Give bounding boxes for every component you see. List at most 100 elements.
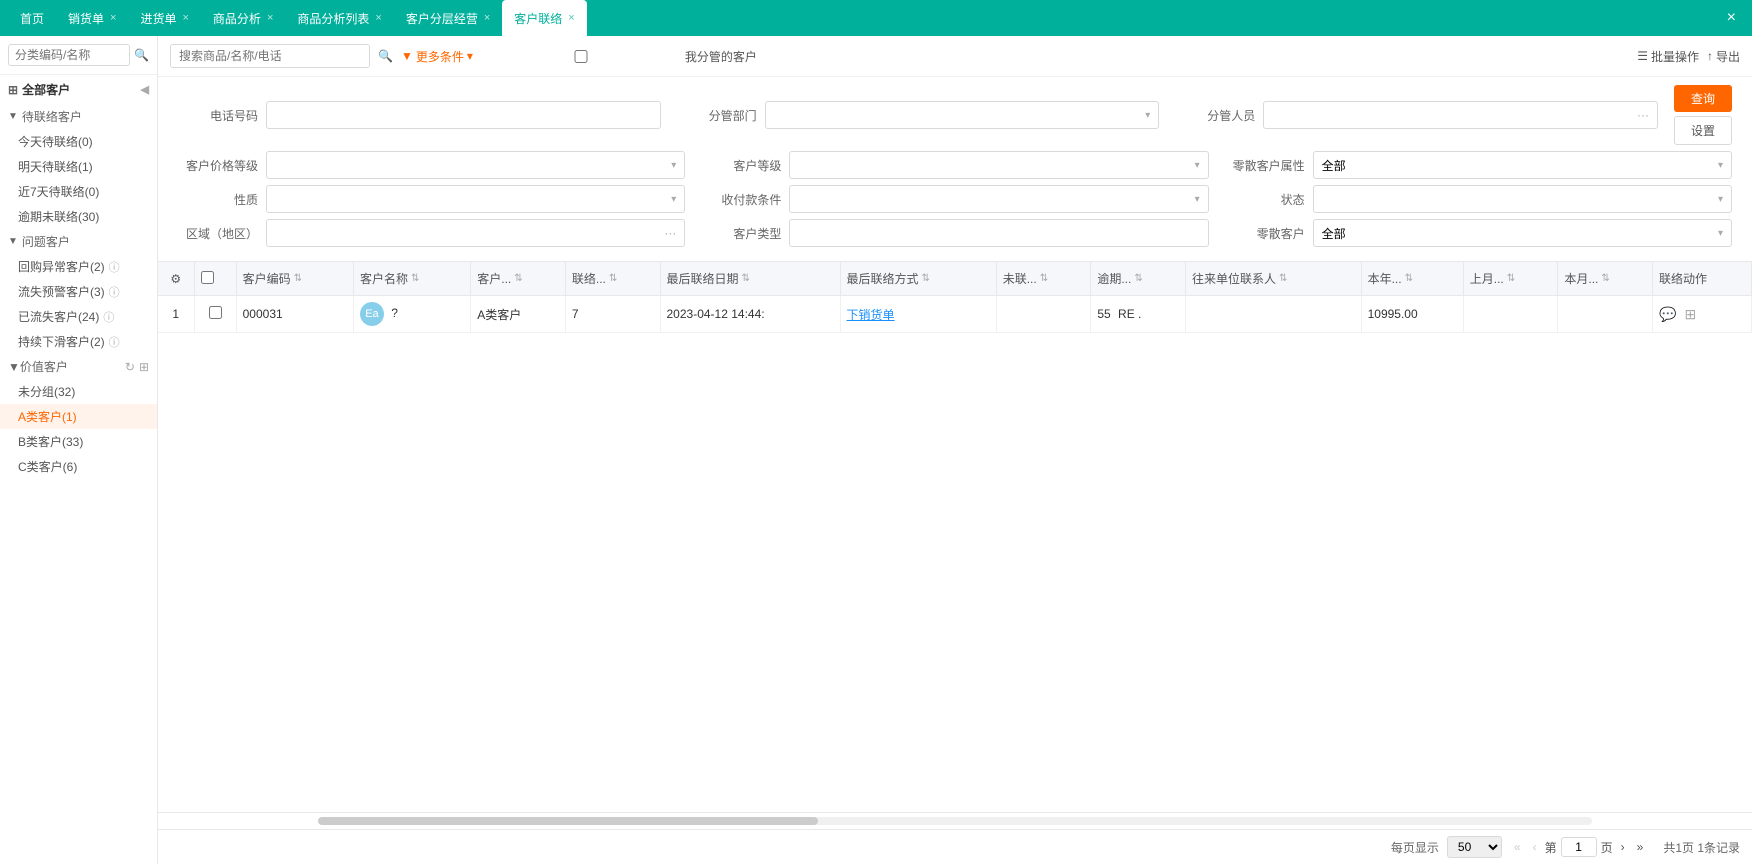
filter-cell-payment: 收付款条件 ▾ (693, 185, 1216, 213)
per-page-select[interactable]: 50 100 200 (1447, 836, 1502, 858)
batch-op-btn[interactable]: ☰ 批量操作 (1637, 48, 1699, 65)
sidebar-item-declining[interactable]: 持续下滑客户(2) ⓘ (0, 329, 157, 354)
qr-icon[interactable]: ⊞ (1684, 306, 1696, 323)
sidebar-item-overdue[interactable]: 逾期未联络(30) (0, 204, 157, 229)
sidebar: 🔍 ⊞ 全部客户 ◀ ▼ 待联络客户 今天待联络(0) 明天待联络(1) 近7天… (0, 36, 158, 864)
gear-icon[interactable]: ⚙ (170, 272, 181, 286)
retail-value: 全部 (1322, 225, 1346, 242)
region-select[interactable]: ··· (266, 219, 685, 247)
value-section[interactable]: ▼ 价值客户 ↻ ⊞ (0, 354, 157, 379)
retail-attr-value: 全部 (1322, 157, 1346, 174)
nav-product-list[interactable]: 商品分析列表 × (285, 0, 393, 36)
sidebar-item-class-a[interactable]: A类客户(1) (0, 404, 157, 429)
customer-level-select[interactable]: ▾ (789, 151, 1208, 179)
value-section-icons: ↻ ⊞ (125, 360, 149, 374)
status-label: 状态 (1225, 191, 1305, 208)
info-icon-4: ⓘ (109, 334, 120, 350)
nav-purchase[interactable]: 进货单 × (128, 0, 200, 36)
th-this-year: 本年... ⇅ (1361, 262, 1463, 296)
th-this-month: 本月... ⇅ (1558, 262, 1653, 296)
scrollbar-thumb[interactable] (318, 817, 818, 825)
td-name: Ea ? (353, 296, 470, 333)
close-sales-tab[interactable]: × (110, 12, 116, 24)
my-customer-checkbox-label[interactable]: 我分管的客户 (481, 48, 757, 65)
region-label: 区域（地区） (178, 225, 258, 242)
row-checkbox[interactable] (209, 306, 222, 319)
nav-home[interactable]: 首页 (8, 0, 56, 36)
sort-lm-icon: ⇅ (1507, 273, 1515, 284)
filter-row-3: 性质 ▾ 收付款条件 ▾ 状态 (170, 185, 1740, 213)
th-no-contact: 未联... ⇅ (996, 262, 1091, 296)
nav-sales[interactable]: 销货单 × (56, 0, 128, 36)
nature-select[interactable]: ▾ (266, 185, 685, 213)
search-icon[interactable]: 🔍 (378, 49, 393, 63)
sidebar-all-customers[interactable]: ⊞ 全部客户 ◀ (0, 75, 157, 104)
td-contact-count: 7 (565, 296, 660, 333)
close-customer-tier-tab[interactable]: × (484, 12, 490, 24)
search-input[interactable] (170, 44, 370, 68)
payment-arrow: ▾ (1195, 194, 1200, 205)
retail-attr-select[interactable]: 全部 ▾ (1313, 151, 1732, 179)
add-group-icon[interactable]: ⊞ (139, 360, 149, 374)
status-select[interactable]: ▾ (1313, 185, 1732, 213)
more-filter-btn[interactable]: ▼ 更多条件 ▾ (401, 48, 473, 65)
last-method-link[interactable]: 下销货单 (847, 308, 895, 322)
sidebar-search-icon[interactable]: 🔍 (134, 48, 149, 62)
close-customer-contact-tab[interactable]: × (568, 12, 574, 24)
select-all-checkbox[interactable] (201, 271, 214, 284)
next-page-btn[interactable]: › (1617, 838, 1629, 856)
sidebar-item-churn-warning[interactable]: 流失预警客户(3) ⓘ (0, 279, 157, 304)
payment-select[interactable]: ▾ (789, 185, 1208, 213)
query-button[interactable]: 查询 (1674, 85, 1732, 112)
close-product-analysis-tab[interactable]: × (267, 12, 273, 24)
table-area: ⚙ 客户编码 ⇅ 客户名称 (158, 262, 1752, 812)
phone-label: 电话号码 (178, 107, 258, 124)
problem-section[interactable]: ▼ 问题客户 (0, 229, 157, 254)
sidebar-item-repurchase[interactable]: 回购异常客户(2) ⓘ (0, 254, 157, 279)
sidebar-item-class-c[interactable]: C类客户(6) (0, 454, 157, 479)
payment-label: 收付款条件 (701, 191, 781, 208)
customer-type-input[interactable] (789, 219, 1208, 247)
close-window-btn[interactable]: × (1719, 9, 1744, 27)
more-filter-arrow: ▾ (467, 49, 473, 63)
dept-label: 分管部门 (677, 107, 757, 124)
sidebar-item-unclassified[interactable]: 未分组(32) (0, 379, 157, 404)
nav-product-analysis[interactable]: 商品分析 × (201, 0, 285, 36)
nav-customer-contact[interactable]: 客户联络 × (502, 0, 586, 36)
sidebar-item-7days[interactable]: 近7天待联络(0) (0, 179, 157, 204)
prev-page-btn[interactable]: ‹ (1529, 838, 1541, 856)
my-customer-checkbox[interactable] (481, 50, 681, 63)
refresh-icon[interactable]: ↻ (125, 360, 135, 374)
sidebar-item-tomorrow[interactable]: 明天待联络(1) (0, 154, 157, 179)
th-contact-person: 往来单位联系人 ⇅ (1185, 262, 1361, 296)
sidebar-item-today[interactable]: 今天待联络(0) (0, 129, 157, 154)
filter-icon: ▼ (401, 49, 413, 63)
page-input[interactable] (1561, 837, 1597, 857)
close-purchase-tab[interactable]: × (182, 12, 188, 24)
phone-input[interactable] (266, 101, 661, 129)
retail-attr-arrow: ▾ (1718, 160, 1723, 171)
sidebar-item-churned[interactable]: 已流失客户(24) ⓘ (0, 304, 157, 329)
sidebar-search-area: 🔍 (0, 36, 157, 75)
sort-code-icon: ⇅ (294, 273, 302, 284)
close-product-list-tab[interactable]: × (375, 12, 381, 24)
pending-section[interactable]: ▼ 待联络客户 (0, 104, 157, 129)
nav-customer-tier[interactable]: 客户分层经营 × (394, 0, 502, 36)
region-dots: ··· (664, 226, 676, 240)
chat-icon[interactable]: 💬 (1659, 306, 1676, 323)
retail-select[interactable]: 全部 ▾ (1313, 219, 1732, 247)
price-level-select[interactable]: ▾ (266, 151, 685, 179)
th-checkbox (194, 262, 236, 296)
sidebar-search-input[interactable] (8, 44, 130, 66)
pagination: 每页显示 50 100 200 « ‹ 第 页 › » 共1页 1条记录 (158, 829, 1752, 864)
horizontal-scrollbar (158, 812, 1752, 829)
first-page-btn[interactable]: « (1510, 838, 1525, 856)
dept-select[interactable]: ▾ (765, 101, 1160, 129)
export-btn[interactable]: ↑ 导出 (1707, 48, 1740, 65)
per-page-label: 每页显示 (1391, 839, 1439, 856)
manager-select[interactable]: ··· (1263, 101, 1658, 129)
last-page-btn[interactable]: » (1633, 838, 1648, 856)
setting-button[interactable]: 设置 (1674, 116, 1732, 145)
sidebar-item-class-b[interactable]: B类客户(33) (0, 429, 157, 454)
sort-person-icon: ⇅ (1279, 273, 1287, 284)
